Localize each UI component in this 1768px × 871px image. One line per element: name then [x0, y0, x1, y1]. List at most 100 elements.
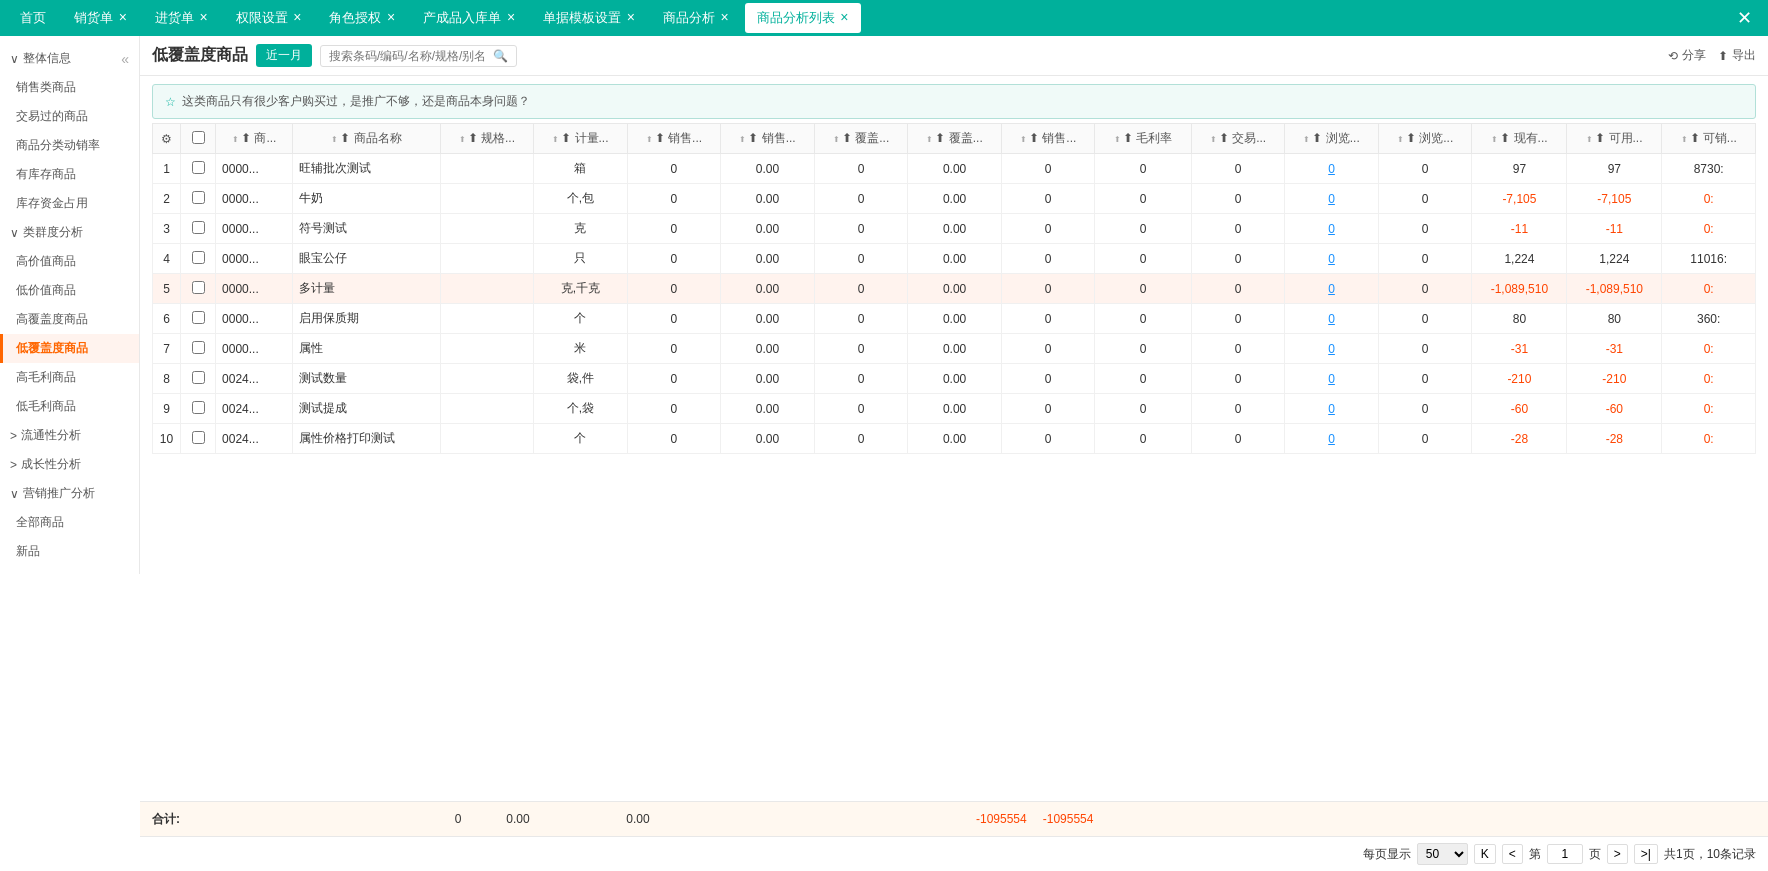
filter-month-button[interactable]: 近一月 — [256, 44, 312, 67]
sidebar-item-high-coverage[interactable]: 高覆盖度商品 — [0, 305, 139, 334]
row-browse1[interactable]: 0 — [1285, 364, 1379, 394]
sidebar-item-traded-goods[interactable]: 交易过的商品 — [0, 102, 139, 131]
row-select[interactable] — [192, 281, 205, 294]
nav-close-goods-analysis-list[interactable]: × — [840, 9, 848, 25]
unit-col-header[interactable]: ⬆ 计量... — [534, 124, 628, 154]
nav-roles[interactable]: 角色授权 × — [317, 3, 407, 33]
sidebar-item-low-value[interactable]: 低价值商品 — [0, 276, 139, 305]
row-checkbox[interactable] — [181, 394, 216, 424]
next-page-button[interactable]: > — [1607, 844, 1628, 864]
row-select[interactable] — [192, 401, 205, 414]
page-input[interactable] — [1547, 844, 1583, 864]
row-browse1[interactable]: 0 — [1285, 184, 1379, 214]
nav-close-roles[interactable]: × — [387, 9, 395, 25]
spec-col-header[interactable]: ⬆ 规格... — [440, 124, 534, 154]
row-browse1[interactable]: 0 — [1285, 154, 1379, 184]
nav-home[interactable]: 首页 — [8, 3, 58, 33]
row-checkbox[interactable] — [181, 184, 216, 214]
sidebar-section-cluster[interactable]: ∨ 类群度分析 — [0, 218, 139, 247]
sidebar-item-high-value[interactable]: 高价值商品 — [0, 247, 139, 276]
row-select[interactable] — [192, 431, 205, 444]
search-icon[interactable]: 🔍 — [493, 49, 508, 63]
row-checkbox[interactable] — [181, 244, 216, 274]
nav-goods-analysis[interactable]: 商品分析 × — [651, 3, 741, 33]
sidebar-item-sales-goods[interactable]: 销售类商品 — [0, 73, 139, 102]
sidebar-item-capital[interactable]: 库存资金占用 — [0, 189, 139, 218]
row-browse1[interactable]: 0 — [1285, 304, 1379, 334]
sidebar-item-low-coverage[interactable]: 低覆盖度商品 — [0, 334, 139, 363]
export-button[interactable]: ⬆ 导出 — [1718, 47, 1756, 64]
available-col-header[interactable]: ⬆ 可用... — [1567, 124, 1662, 154]
page-size-select[interactable]: 50 20 100 — [1417, 843, 1468, 865]
sidebar-item-low-margin[interactable]: 低毛利商品 — [0, 392, 139, 421]
table-wrapper[interactable]: ⚙ ⬆ 商... ⬆ 商品名称 ⬆ 规格... ⬆ 计量... ⬆ 销售... … — [140, 123, 1768, 801]
sidebar-section-overall[interactable]: ∨ 整体信息 « — [0, 44, 139, 73]
row-select[interactable] — [192, 161, 205, 174]
trade-col-header[interactable]: ⬆ 交易... — [1191, 124, 1285, 154]
row-checkbox[interactable] — [181, 334, 216, 364]
nav-sales[interactable]: 销货单 × — [62, 3, 139, 33]
row-browse1[interactable]: 0 — [1285, 214, 1379, 244]
search-input[interactable] — [329, 49, 489, 63]
row-select[interactable] — [192, 251, 205, 264]
share-button[interactable]: ⟲ 分享 — [1668, 47, 1706, 64]
sidebar-item-in-stock[interactable]: 有库存商品 — [0, 160, 139, 189]
row-checkbox[interactable] — [181, 274, 216, 304]
row-browse1[interactable]: 0 — [1285, 394, 1379, 424]
nav-close-permissions[interactable]: × — [293, 9, 301, 25]
select-all-checkbox[interactable] — [192, 131, 205, 144]
name-col-header[interactable]: ⬆ 商品名称 — [293, 124, 440, 154]
prev-page-button[interactable]: < — [1502, 844, 1523, 864]
settings-col-header[interactable]: ⚙ — [153, 124, 181, 154]
row-checkbox[interactable] — [181, 154, 216, 184]
row-browse1[interactable]: 0 — [1285, 244, 1379, 274]
sidebar-section-marketing[interactable]: ∨ 营销推广分析 — [0, 479, 139, 508]
sidebar-section-liquidity[interactable]: > 流通性分析 — [0, 421, 139, 450]
row-checkbox[interactable] — [181, 364, 216, 394]
nav-close-purchase[interactable]: × — [199, 9, 207, 25]
row-select[interactable] — [192, 341, 205, 354]
row-checkbox[interactable] — [181, 214, 216, 244]
nav-permissions[interactable]: 权限设置 × — [224, 3, 314, 33]
cover2-col-header[interactable]: ⬆ 覆盖... — [908, 124, 1002, 154]
row-select[interactable] — [192, 191, 205, 204]
sales-qty-col-header[interactable]: ⬆ 销售... — [627, 124, 721, 154]
row-select[interactable] — [192, 311, 205, 324]
nav-close-production[interactable]: × — [507, 9, 515, 25]
current-col-header[interactable]: ⬆ 现有... — [1472, 124, 1567, 154]
first-page-button[interactable]: K — [1474, 844, 1496, 864]
sidebar-item-high-margin[interactable]: 高毛利商品 — [0, 363, 139, 392]
sidebar-item-all-goods[interactable]: 全部商品 — [0, 508, 139, 537]
cover1-col-header[interactable]: ⬆ 覆盖... — [814, 124, 908, 154]
row-sales-qty: 0 — [627, 304, 721, 334]
nav-close-goods-analysis[interactable]: × — [721, 9, 729, 25]
sidebar-item-category-rate[interactable]: 商品分类动销率 — [0, 131, 139, 160]
row-browse1[interactable]: 0 — [1285, 274, 1379, 304]
gross-rate-col-header[interactable]: ⬆ 毛利率 — [1095, 124, 1191, 154]
window-close-button[interactable]: ✕ — [1729, 7, 1760, 29]
nav-goods-analysis-list[interactable]: 商品分析列表 × — [745, 3, 861, 33]
nav-purchase[interactable]: 进货单 × — [143, 3, 220, 33]
sales-amt-col-header[interactable]: ⬆ 销售... — [721, 124, 815, 154]
sidebar-item-new-goods[interactable]: 新品 — [0, 537, 139, 566]
sales3-col-header[interactable]: ⬆ 销售... — [1001, 124, 1095, 154]
row-browse1[interactable]: 0 — [1285, 334, 1379, 364]
row-checkbox[interactable] — [181, 304, 216, 334]
checkbox-col-header[interactable] — [181, 124, 216, 154]
nav-close-template[interactable]: × — [627, 9, 635, 25]
sidebar-section-growth[interactable]: > 成长性分析 — [0, 450, 139, 479]
collapse-icon[interactable]: « — [121, 51, 129, 67]
code-col-header[interactable]: ⬆ 商... — [216, 124, 293, 154]
nav-close-sales[interactable]: × — [119, 9, 127, 25]
browse1-col-header[interactable]: ⬆ 浏览... — [1285, 124, 1379, 154]
last-page-button[interactable]: >| — [1634, 844, 1658, 864]
row-spec — [440, 424, 534, 454]
nav-template[interactable]: 单据模板设置 × — [531, 3, 647, 33]
nav-production[interactable]: 产成品入库单 × — [411, 3, 527, 33]
sellable-col-header[interactable]: ⬆ 可销... — [1662, 124, 1756, 154]
row-checkbox[interactable] — [181, 424, 216, 454]
row-browse1[interactable]: 0 — [1285, 424, 1379, 454]
row-select[interactable] — [192, 221, 205, 234]
browse2-col-header[interactable]: ⬆ 浏览... — [1378, 124, 1472, 154]
row-select[interactable] — [192, 371, 205, 384]
